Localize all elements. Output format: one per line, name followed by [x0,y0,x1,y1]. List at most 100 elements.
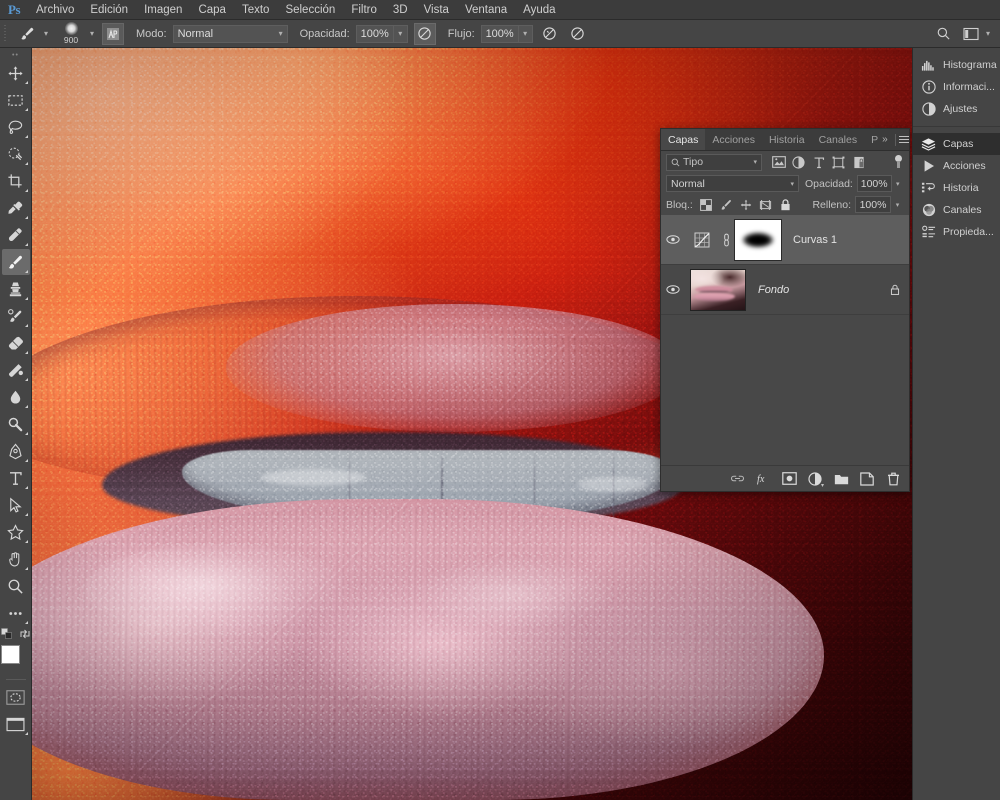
horizontal-type-tool[interactable] [2,465,30,491]
layer-mask-link-icon[interactable] [719,232,733,248]
lock-artboard-nesting-icon[interactable] [759,198,773,212]
tab-capas[interactable]: Capas [661,129,706,150]
path-selection-tool[interactable] [2,492,30,518]
custom-shape-tool[interactable] [2,519,30,545]
layer-blend-mode-select[interactable]: Normal ▾ [666,175,799,192]
menu-capa[interactable]: Capa [190,0,234,20]
lock-position-icon[interactable] [739,198,753,212]
lock-image-pixels-icon[interactable] [719,198,733,212]
delete-layer-button[interactable] [885,471,901,487]
dock-item-ajustes[interactable]: Ajustes [913,98,1000,120]
flow-value[interactable]: 100% [480,24,519,43]
quick-selection-tool[interactable] [2,141,30,167]
toggle-brush-panel-button[interactable] [102,22,124,45]
tools-panel-grip[interactable]: •• [0,50,32,60]
brush-tool[interactable] [1,249,30,275]
opacity-caret-icon[interactable]: ▾ [393,24,408,43]
spot-healing-brush-tool[interactable] [2,222,30,248]
zoom-tool[interactable] [2,573,30,599]
dock-item-histograma[interactable]: Histograma [913,54,1000,76]
new-group-button[interactable] [833,471,849,487]
tab-acciones[interactable]: Acciones [705,129,762,150]
menu-edicion[interactable]: Edición [82,0,136,20]
menu-archivo[interactable]: Archivo [28,0,82,20]
flow-caret-icon[interactable]: ▾ [518,24,533,43]
layer-opacity-value[interactable]: 100% [856,175,892,192]
dodge-tool[interactable] [2,411,30,437]
table-row[interactable]: Fondo [661,265,909,315]
workspace-caret-icon[interactable]: ▾ [982,23,994,45]
gradient-tool[interactable] [2,357,30,383]
airbrush-toggle[interactable] [539,23,561,45]
search-icon[interactable] [932,23,954,45]
lasso-tool[interactable] [2,114,30,140]
current-tool-brush-icon[interactable] [14,23,40,45]
rectangular-marquee-tool[interactable] [2,87,30,113]
options-bar-grip[interactable] [0,19,10,48]
menu-texto[interactable]: Texto [234,0,278,20]
pressure-size-toggle[interactable] [567,23,589,45]
filter-smart-object-icon[interactable] [850,154,867,171]
table-row[interactable]: Curvas 1 [661,215,909,265]
add-layer-style-button[interactable]: fx [755,471,771,487]
pen-tool[interactable] [2,438,30,464]
history-brush-tool[interactable] [2,303,30,329]
tab-propiedades[interactable]: Propiedad [864,129,878,150]
swap-colors-icon[interactable] [19,628,31,640]
workspace-switcher-icon[interactable] [960,23,982,45]
foreground-color-swatch[interactable] [0,645,20,664]
clone-stamp-tool[interactable] [2,276,30,302]
layer-opacity-caret-icon[interactable]: ▾ [892,175,904,192]
filter-type-icon[interactable] [810,154,827,171]
dock-item-acciones[interactable]: Acciones [913,155,1000,177]
filter-pixel-icon[interactable] [770,154,787,171]
eyedropper-tool[interactable] [2,195,30,221]
dock-item-canales[interactable]: Canales [913,199,1000,221]
edit-toolbar-tool[interactable] [2,600,30,626]
default-colors-icon[interactable] [0,628,13,640]
filter-shape-icon[interactable] [830,154,847,171]
curves-adjustment-icon[interactable] [685,232,719,248]
screen-mode-button[interactable] [2,711,30,737]
layer-visibility-toggle[interactable] [661,234,685,245]
quick-mask-mode-button[interactable] [2,684,30,710]
dock-item-capas[interactable]: Capas [913,133,1000,155]
layer-mask-thumbnail[interactable] [735,219,781,260]
lock-all-icon[interactable] [779,198,793,212]
link-layers-button[interactable] [729,471,745,487]
menu-ventana[interactable]: Ventana [457,0,515,20]
tab-canales[interactable]: Canales [812,129,865,150]
menu-seleccion[interactable]: Selección [277,0,343,20]
crop-tool[interactable] [2,168,30,194]
fill-value[interactable]: 100% [855,196,891,213]
eraser-tool[interactable] [2,330,30,356]
menu-filtro[interactable]: Filtro [343,0,385,20]
layer-name[interactable]: Fondo [746,284,886,296]
layer-thumbnail[interactable] [690,268,746,311]
filter-type-select[interactable]: Tipo ▾ [666,153,762,171]
menu-3d[interactable]: 3D [385,0,416,20]
new-fill-adjustment-layer-button[interactable]: ▾ [807,471,824,489]
panel-menu-icon[interactable] [898,133,909,147]
dock-item-informacion[interactable]: Informaci... [913,76,1000,98]
layer-visibility-toggle[interactable] [661,284,685,295]
lock-transparent-pixels-icon[interactable] [699,198,713,212]
new-layer-button[interactable] [859,471,875,487]
dock-item-propiedades[interactable]: Propieda... [913,221,1000,243]
fill-caret-icon[interactable]: ▾ [891,196,904,213]
brush-settings-caret-icon[interactable]: ▾ [86,23,98,45]
brush-preset-caret-icon[interactable]: ▾ [40,23,52,45]
filter-enable-toggle[interactable] [893,155,904,169]
opacity-value[interactable]: 100% [355,24,394,43]
blend-mode-select[interactable]: Normal ▾ [172,24,288,43]
layer-name[interactable]: Curvas 1 [781,234,904,246]
filter-adjustment-icon[interactable] [790,154,807,171]
tab-historia[interactable]: Historia [762,129,812,150]
move-tool[interactable] [2,60,30,86]
blur-tool[interactable] [2,384,30,410]
menu-ayuda[interactable]: Ayuda [515,0,563,20]
tab-overflow-icon[interactable]: » [878,134,892,145]
brush-size-preview[interactable]: 900 [56,21,86,47]
menu-imagen[interactable]: Imagen [136,0,190,20]
pressure-opacity-toggle[interactable] [413,22,436,45]
